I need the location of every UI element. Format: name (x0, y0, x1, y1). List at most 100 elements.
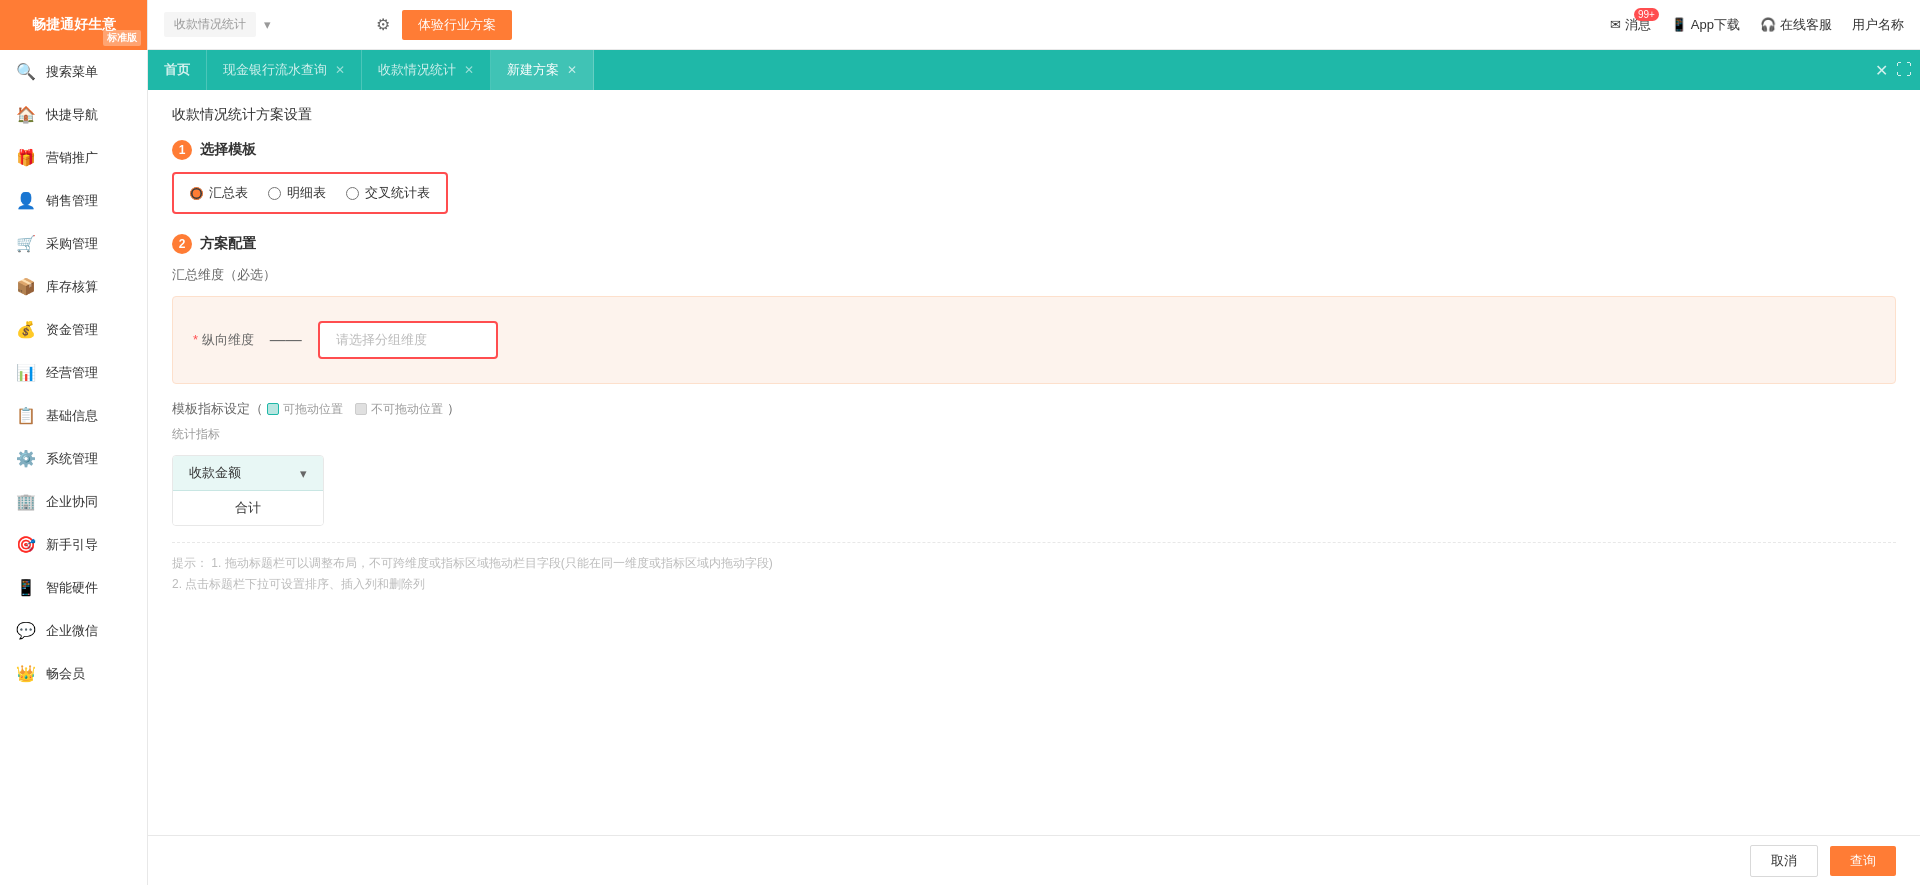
money-icon: 💰 (16, 320, 36, 339)
service-icon: 🎧 (1760, 17, 1776, 32)
target-icon: 🎯 (16, 535, 36, 554)
section-template: 1 选择模板 汇总表 明细表 交叉统计表 (172, 140, 1896, 214)
sidebar-item-label: 销售管理 (46, 192, 98, 210)
app-logo: 畅捷通好生意 标准版 (0, 0, 147, 50)
breadcrumb-text: 收款情况统计 (164, 12, 256, 37)
column-header-label: 收款金额 (189, 464, 241, 482)
legend-fixed: 不可拖动位置 (355, 401, 443, 418)
box-icon: 📦 (16, 277, 36, 296)
main-area: 收款情况统计 ▾ ⚙ 体验行业方案 ✉ 消息 99+ 📱 App下载 🎧 在线客… (148, 0, 1920, 885)
breadcrumb-dropdown-icon[interactable]: ▾ (264, 17, 271, 32)
metrics-table-area: 统计指标 收款金额 ▾ 合计 (172, 426, 1896, 526)
header-right: ✉ 消息 99+ 📱 App下载 🎧 在线客服 用户名称 (1610, 16, 1904, 34)
cart-icon: 🛒 (16, 234, 36, 253)
sidebar-item-inventory[interactable]: 📦 库存核算 (0, 265, 147, 308)
sidebar-item-label: 营销推广 (46, 149, 98, 167)
sidebar-item-member[interactable]: 👑 畅会员 (0, 652, 147, 695)
tab-new-plan-close-icon[interactable]: ✕ (567, 63, 577, 77)
sidebar-item-hardware[interactable]: 📱 智能硬件 (0, 566, 147, 609)
sidebar-item-sales[interactable]: 👤 销售管理 (0, 179, 147, 222)
download-icon: 📱 (1671, 17, 1687, 32)
sidebar-item-quick-nav[interactable]: 🏠 快捷导航 (0, 93, 147, 136)
metrics-table: 收款金额 ▾ 合计 (172, 455, 324, 526)
tab-new-plan[interactable]: 新建方案 ✕ (491, 50, 594, 90)
sidebar-item-label: 资金管理 (46, 321, 98, 339)
radio-summary[interactable]: 汇总表 (190, 184, 248, 202)
radio-cross[interactable]: 交叉统计表 (346, 184, 430, 202)
radio-cross-input[interactable] (346, 187, 359, 200)
user-icon: 👤 (16, 191, 36, 210)
radio-detail-input[interactable] (268, 187, 281, 200)
sidebar-item-purchase[interactable]: 🛒 采购管理 (0, 222, 147, 265)
industry-button[interactable]: 体验行业方案 (402, 10, 512, 40)
service-label: 在线客服 (1780, 16, 1832, 34)
dimension-selector[interactable]: 请选择分组维度 (318, 321, 498, 359)
content-area: 收款情况统计方案设置 1 选择模板 汇总表 明细表 (148, 90, 1920, 835)
breadcrumb-area: 收款情况统计 ▾ (164, 12, 364, 37)
bottom-action-bar: 取消 查询 (148, 835, 1920, 885)
sidebar-item-label: 采购管理 (46, 235, 98, 253)
hint-line-1: 提示： 1. 拖动标题栏可以调整布局，不可跨维度或指标区域拖动栏目字段(只能在同… (172, 555, 1896, 572)
tab-receipt-stat-close-icon[interactable]: ✕ (464, 63, 474, 77)
tab-bank-flow-close-icon[interactable]: ✕ (335, 63, 345, 77)
sidebar: 畅捷通好生意 标准版 🔍 搜索菜单 🏠 快捷导航 🎁 营销推广 👤 销售管理 🛒… (0, 0, 148, 885)
chart-icon: 📊 (16, 363, 36, 382)
crown-icon: 👑 (16, 664, 36, 683)
metrics-section: 模板指标设定（ 可拖动位置 不可拖动位置 ） (172, 400, 1896, 418)
tab-receipt-stat[interactable]: 收款情况统计 ✕ (362, 50, 491, 90)
metrics-table-header[interactable]: 收款金额 ▾ (173, 456, 323, 491)
metrics-close-paren: ） (447, 400, 460, 418)
download-button[interactable]: 📱 App下载 (1671, 16, 1740, 34)
dropdown-arrow-icon[interactable]: ▾ (300, 466, 307, 481)
sidebar-item-finance[interactable]: 💰 资金管理 (0, 308, 147, 351)
service-button[interactable]: 🎧 在线客服 (1760, 16, 1832, 34)
user-name[interactable]: 用户名称 (1852, 16, 1904, 34)
legend-fixed-label: 不可拖动位置 (371, 401, 443, 418)
tab-close-all-icon[interactable]: ✕ (1875, 61, 1888, 80)
clipboard-icon: 📋 (16, 406, 36, 425)
tab-bar: 首页 现金银行流水查询 ✕ 收款情况统计 ✕ 新建方案 ✕ ✕ ⛶ (148, 50, 1920, 90)
sidebar-item-search[interactable]: 🔍 搜索菜单 (0, 50, 147, 93)
tab-bank-flow[interactable]: 现金银行流水查询 ✕ (207, 50, 362, 90)
sidebar-item-label: 库存核算 (46, 278, 98, 296)
query-button[interactable]: 查询 (1830, 846, 1896, 876)
sidebar-item-basic[interactable]: 📋 基础信息 (0, 394, 147, 437)
cancel-button[interactable]: 取消 (1750, 845, 1818, 877)
section-config: 2 方案配置 汇总维度（必选） * 纵向维度 —— 请选择分组维度 (172, 234, 1896, 593)
sidebar-item-enterprise[interactable]: 🏢 企业协同 (0, 480, 147, 523)
stats-column: 统计指标 收款金额 ▾ 合计 (172, 426, 324, 526)
tab-expand-icon[interactable]: ⛶ (1896, 61, 1912, 79)
radio-detail[interactable]: 明细表 (268, 184, 326, 202)
notification-button[interactable]: ✉ 消息 99+ (1610, 16, 1651, 34)
notification-badge: 99+ (1634, 8, 1659, 21)
sidebar-item-label: 智能硬件 (46, 579, 98, 597)
legend-movable: 可拖动位置 (267, 401, 343, 418)
radio-detail-label: 明细表 (287, 184, 326, 202)
tab-bar-actions: ✕ ⛶ (1875, 50, 1920, 90)
sidebar-item-label: 企业微信 (46, 622, 98, 640)
radio-summary-input[interactable] (190, 187, 203, 200)
page-title: 收款情况统计方案设置 (172, 106, 1896, 124)
page-container: 收款情况统计方案设置 1 选择模板 汇总表 明细表 (148, 90, 1920, 835)
sidebar-item-operation[interactable]: 📊 经营管理 (0, 351, 147, 394)
section1-title: 选择模板 (200, 141, 256, 159)
sidebar-item-guide[interactable]: 🎯 新手引导 (0, 523, 147, 566)
sidebar-item-label: 畅会员 (46, 665, 85, 683)
phone-icon: 📱 (16, 578, 36, 597)
gift-icon: 🎁 (16, 148, 36, 167)
sidebar-item-marketing[interactable]: 🎁 营销推广 (0, 136, 147, 179)
settings-icon[interactable]: ⚙ (376, 15, 390, 34)
sidebar-item-system[interactable]: ⚙️ 系统管理 (0, 437, 147, 480)
stats-column-label: 统计指标 (172, 426, 324, 443)
sidebar-item-wechat[interactable]: 💬 企业微信 (0, 609, 147, 652)
tab-home-label: 首页 (164, 61, 190, 79)
message-icon: ✉ (1610, 17, 1621, 32)
sidebar-item-label: 快捷导航 (46, 106, 98, 124)
template-options-box: 汇总表 明细表 交叉统计表 (172, 172, 448, 214)
metrics-title-text: 模板指标设定（ (172, 400, 263, 418)
tab-home[interactable]: 首页 (148, 50, 207, 90)
app-version: 标准版 (103, 30, 141, 46)
tab-new-plan-label: 新建方案 (507, 61, 559, 79)
top-header: 收款情况统计 ▾ ⚙ 体验行业方案 ✉ 消息 99+ 📱 App下载 🎧 在线客… (148, 0, 1920, 50)
legend-movable-label: 可拖动位置 (283, 401, 343, 418)
